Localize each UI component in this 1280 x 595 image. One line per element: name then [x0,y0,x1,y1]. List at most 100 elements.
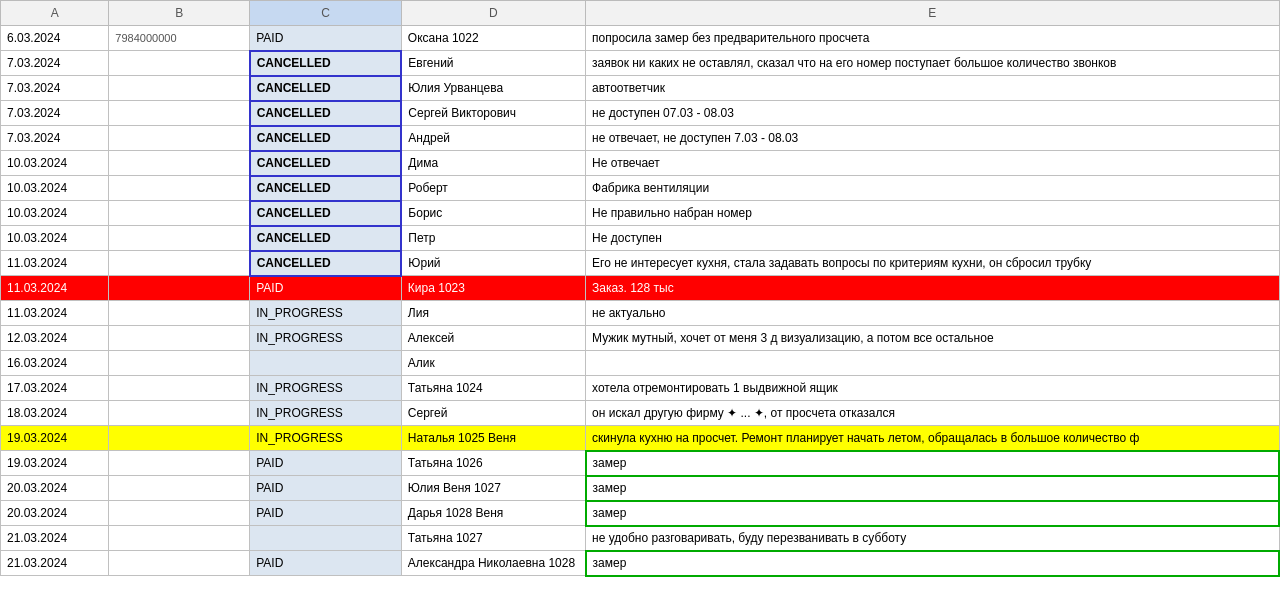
cell-date[interactable]: 19.03.2024 [1,426,109,451]
cell-status[interactable]: IN_PROGRESS [250,376,402,401]
cell-note[interactable]: Мужик мутный, хочет от меня 3 д визуализ… [586,326,1279,351]
cell-name[interactable]: Кира 1023 [401,276,585,301]
cell-note[interactable]: автоответчик [586,76,1279,101]
cell-name[interactable]: Роберт [401,176,585,201]
cell-phone[interactable] [109,51,250,76]
cell-phone[interactable] [109,251,250,276]
cell-name[interactable]: Евгений [401,51,585,76]
cell-note[interactable]: хотела отремонтировать 1 выдвижной ящик [586,376,1279,401]
cell-phone[interactable] [109,376,250,401]
cell-status[interactable]: CANCELLED [250,76,402,101]
cell-date[interactable]: 20.03.2024 [1,476,109,501]
cell-date[interactable]: 17.03.2024 [1,376,109,401]
cell-status[interactable]: CANCELLED [250,51,402,76]
cell-name[interactable]: Петр [401,226,585,251]
cell-phone[interactable] [109,551,250,576]
cell-phone[interactable] [109,201,250,226]
cell-date[interactable]: 11.03.2024 [1,251,109,276]
cell-name[interactable]: Татьяна 1024 [401,376,585,401]
cell-note[interactable]: Заказ. 128 тыс [586,276,1279,301]
cell-status[interactable]: PAID [250,26,402,51]
cell-status[interactable]: CANCELLED [250,101,402,126]
cell-date[interactable]: 18.03.2024 [1,401,109,426]
cell-phone[interactable] [109,301,250,326]
cell-date[interactable]: 6.03.2024 [1,26,109,51]
cell-date[interactable]: 7.03.2024 [1,51,109,76]
cell-date[interactable]: 7.03.2024 [1,76,109,101]
col-header-d[interactable]: D [401,1,585,26]
cell-date[interactable]: 10.03.2024 [1,201,109,226]
cell-note[interactable]: заявок ни каких не оставлял, сказал что … [586,51,1279,76]
cell-name[interactable]: Наталья 1025 Веня [401,426,585,451]
cell-status[interactable]: IN_PROGRESS [250,401,402,426]
cell-date[interactable]: 21.03.2024 [1,551,109,576]
cell-phone[interactable] [109,526,250,551]
cell-name[interactable]: Алексей [401,326,585,351]
cell-status[interactable]: PAID [250,551,402,576]
cell-date[interactable]: 21.03.2024 [1,526,109,551]
cell-status[interactable] [250,526,402,551]
cell-name[interactable]: Алик [401,351,585,376]
cell-date[interactable]: 7.03.2024 [1,101,109,126]
cell-date[interactable]: 10.03.2024 [1,226,109,251]
cell-phone[interactable] [109,426,250,451]
cell-phone[interactable] [109,476,250,501]
cell-date[interactable]: 20.03.2024 [1,501,109,526]
cell-name[interactable]: Дима [401,151,585,176]
cell-name[interactable]: Татьяна 1026 [401,451,585,476]
cell-name[interactable]: Сергей [401,401,585,426]
cell-phone[interactable]: 7984000000 [109,26,250,51]
cell-phone[interactable] [109,351,250,376]
cell-status[interactable]: PAID [250,451,402,476]
cell-phone[interactable] [109,451,250,476]
cell-note[interactable]: Его не интересует кухня, стала задавать … [586,251,1279,276]
cell-status[interactable]: CANCELLED [250,226,402,251]
cell-phone[interactable] [109,401,250,426]
cell-phone[interactable] [109,501,250,526]
col-header-b[interactable]: B [109,1,250,26]
cell-date[interactable]: 10.03.2024 [1,151,109,176]
cell-note[interactable]: Фабрика вентиляции [586,176,1279,201]
cell-date[interactable]: 7.03.2024 [1,126,109,151]
cell-status[interactable]: IN_PROGRESS [250,326,402,351]
cell-status[interactable]: CANCELLED [250,251,402,276]
cell-status[interactable] [250,351,402,376]
cell-name[interactable]: Юрий [401,251,585,276]
cell-note[interactable]: замер [586,476,1279,501]
cell-status[interactable]: CANCELLED [250,176,402,201]
cell-date[interactable]: 10.03.2024 [1,176,109,201]
cell-name[interactable]: Юлия Веня 1027 [401,476,585,501]
cell-phone[interactable] [109,101,250,126]
cell-date[interactable]: 19.03.2024 [1,451,109,476]
cell-date[interactable]: 11.03.2024 [1,276,109,301]
cell-phone[interactable] [109,326,250,351]
cell-name[interactable]: Александра Николаевна 1028 [401,551,585,576]
cell-note[interactable]: он искал другую фирму ✦ ... ✦, от просче… [586,401,1279,426]
cell-status[interactable]: IN_PROGRESS [250,301,402,326]
cell-note[interactable]: Не отвечает [586,151,1279,176]
cell-status[interactable]: PAID [250,476,402,501]
cell-name[interactable]: Оксана 1022 [401,26,585,51]
cell-note[interactable]: замер [586,451,1279,476]
cell-name[interactable]: Лия [401,301,585,326]
cell-note[interactable]: не доступен 07.03 - 08.03 [586,101,1279,126]
cell-name[interactable]: Борис [401,201,585,226]
cell-name[interactable]: Сергей Викторович [401,101,585,126]
cell-note[interactable]: не актуально [586,301,1279,326]
cell-date[interactable]: 11.03.2024 [1,301,109,326]
cell-note[interactable]: не удобно разговаривать, буду перезванив… [586,526,1279,551]
cell-phone[interactable] [109,276,250,301]
col-header-a[interactable]: A [1,1,109,26]
cell-phone[interactable] [109,176,250,201]
cell-note[interactable]: скинула кухню на просчет. Ремонт планиру… [586,426,1279,451]
cell-status[interactable]: IN_PROGRESS [250,426,402,451]
cell-phone[interactable] [109,151,250,176]
cell-note[interactable] [586,351,1279,376]
cell-phone[interactable] [109,226,250,251]
cell-status[interactable]: CANCELLED [250,201,402,226]
cell-name[interactable]: Татьяна 1027 [401,526,585,551]
cell-status[interactable]: PAID [250,276,402,301]
cell-status[interactable]: CANCELLED [250,151,402,176]
col-header-c[interactable]: C [250,1,402,26]
cell-date[interactable]: 12.03.2024 [1,326,109,351]
